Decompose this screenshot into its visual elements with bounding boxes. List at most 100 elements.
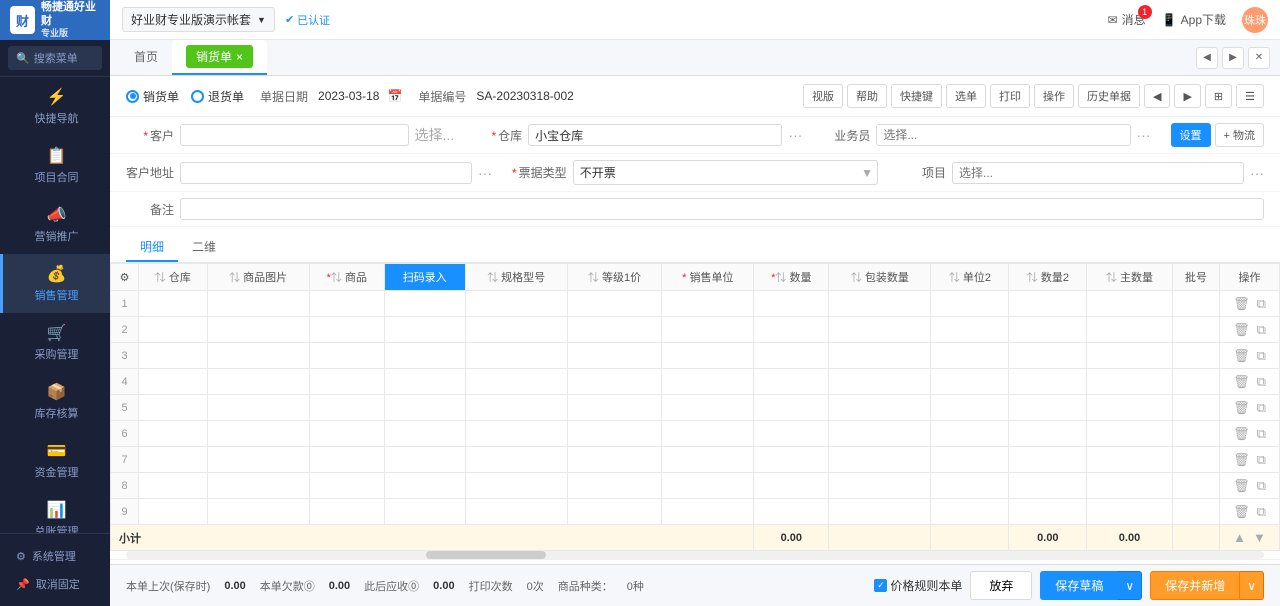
company-selector[interactable]: 好业财专业版演示帐套 ▼ [122, 7, 275, 32]
row-2-barcode[interactable] [384, 317, 465, 343]
sidebar-item-quick-nav[interactable]: ⚡ 快捷导航 [0, 77, 110, 136]
row-4-qty[interactable] [754, 369, 829, 395]
row-4-main-qty[interactable] [1087, 369, 1172, 395]
row-5-product[interactable] [309, 395, 384, 421]
tab-close-all-button[interactable]: ✕ [1248, 47, 1270, 69]
row-6-warehouse[interactable] [139, 421, 208, 447]
row-1-sales-unit[interactable] [662, 291, 754, 317]
row-9-delete-btn[interactable]: 🗑 [1231, 504, 1252, 520]
row-8-sales-unit[interactable] [662, 473, 754, 499]
row-8-copy-btn[interactable]: ⧉ [1255, 478, 1268, 494]
row-8-barcode[interactable] [384, 473, 465, 499]
sidebar-cancel-pin[interactable]: 📌 取消固定 [8, 570, 102, 598]
row-6-delete-btn[interactable]: 🗑 [1231, 426, 1252, 442]
row-6-unit2[interactable] [931, 421, 1009, 447]
sidebar-settings[interactable]: ⚙ 系统管理 [8, 542, 102, 570]
row-4-batch[interactable] [1172, 369, 1219, 395]
row-1-price1[interactable] [567, 291, 662, 317]
row-9-product-img[interactable] [207, 499, 309, 525]
app-download-button[interactable]: 📱 App下载 [1162, 11, 1226, 28]
address-input[interactable] [180, 162, 472, 184]
project-input[interactable] [952, 162, 1244, 184]
row-4-unit2[interactable] [931, 369, 1009, 395]
tab-next-button[interactable]: ▶ [1222, 47, 1244, 69]
row-2-spec[interactable] [465, 317, 567, 343]
layout-btn1[interactable]: ⊞ [1205, 84, 1232, 108]
row-4-copy-btn[interactable]: ⧉ [1255, 374, 1268, 390]
row-2-delete-btn[interactable]: 🗑 [1231, 322, 1252, 338]
view-btn[interactable]: 视版 [803, 84, 843, 108]
row-5-qty[interactable] [754, 395, 829, 421]
row-8-delete-btn[interactable]: 🗑 [1231, 478, 1252, 494]
radio-sales[interactable]: 销货单 [126, 88, 179, 105]
user-avatar[interactable]: 珠珠 [1242, 7, 1268, 33]
row-5-pack-qty[interactable] [829, 395, 931, 421]
row-3-copy-btn[interactable]: ⧉ [1255, 348, 1268, 364]
warehouse-dots[interactable]: ··· [788, 127, 802, 143]
row-1-warehouse[interactable] [139, 291, 208, 317]
row-4-spec[interactable] [465, 369, 567, 395]
salesperson-dots[interactable]: ··· [1137, 127, 1151, 143]
operate-btn[interactable]: 操作 [1034, 84, 1074, 108]
row-7-product-img[interactable] [207, 447, 309, 473]
row-7-main-qty[interactable] [1087, 447, 1172, 473]
row-4-delete-btn[interactable]: 🗑 [1231, 374, 1252, 390]
row-1-barcode[interactable] [384, 291, 465, 317]
row-4-product[interactable] [309, 369, 384, 395]
row-9-sales-unit[interactable] [662, 499, 754, 525]
summary-down-btn[interactable]: ▼ [1251, 530, 1268, 545]
row-6-sales-unit[interactable] [662, 421, 754, 447]
row-9-barcode[interactable] [384, 499, 465, 525]
row-2-product[interactable] [309, 317, 384, 343]
row-1-qty[interactable] [754, 291, 829, 317]
project-dots[interactable]: ··· [1250, 165, 1264, 181]
row-1-product[interactable] [309, 291, 384, 317]
sidebar-item-fund[interactable]: 💳 资金管理 [0, 431, 110, 490]
sidebar-item-marketing[interactable]: 📣 营销推广 [0, 195, 110, 254]
row-7-batch[interactable] [1172, 447, 1219, 473]
row-2-sales-unit[interactable] [662, 317, 754, 343]
row-4-barcode[interactable] [384, 369, 465, 395]
row-8-pack-qty[interactable] [829, 473, 931, 499]
row-7-price1[interactable] [567, 447, 662, 473]
row-9-batch[interactable] [1172, 499, 1219, 525]
setup-btn[interactable]: 设置 [1171, 123, 1211, 147]
sort-icon3[interactable]: ⇅ [331, 272, 342, 284]
row-2-product-img[interactable] [207, 317, 309, 343]
row-3-main-qty[interactable] [1087, 343, 1172, 369]
row-9-pack-qty[interactable] [829, 499, 931, 525]
row-9-copy-btn[interactable]: ⧉ [1255, 504, 1268, 520]
row-5-copy-btn[interactable]: ⧉ [1255, 400, 1268, 416]
messages-button[interactable]: ✉ 消息 1 [1108, 11, 1146, 28]
row-3-price1[interactable] [567, 343, 662, 369]
row-1-batch[interactable] [1172, 291, 1219, 317]
row-8-main-qty[interactable] [1087, 473, 1172, 499]
row-8-product[interactable] [309, 473, 384, 499]
row-9-qty2[interactable] [1009, 499, 1087, 525]
calendar-icon[interactable]: 📅 [387, 89, 402, 103]
tab-sales-order[interactable]: 销货单 × [172, 40, 267, 75]
nav-next-btn[interactable]: ▶ [1174, 84, 1200, 108]
sort-icon[interactable]: ⇅ [155, 272, 166, 284]
row-7-copy-btn[interactable]: ⧉ [1255, 452, 1268, 468]
row-6-product[interactable] [309, 421, 384, 447]
sort-icon10[interactable]: ⇅ [1106, 272, 1117, 284]
tab-home[interactable]: 首页 [120, 40, 172, 75]
row-7-unit2[interactable] [931, 447, 1009, 473]
row-5-unit2[interactable] [931, 395, 1009, 421]
row-6-batch[interactable] [1172, 421, 1219, 447]
row-7-sales-unit[interactable] [662, 447, 754, 473]
row-8-product-img[interactable] [207, 473, 309, 499]
sidebar-item-inventory[interactable]: 📦 库存核算 [0, 372, 110, 431]
row-3-unit2[interactable] [931, 343, 1009, 369]
price-check-item[interactable]: ✓ 价格规则本单 [874, 577, 962, 594]
sort-icon8[interactable]: ⇅ [949, 272, 960, 284]
th-settings[interactable]: ⚙ [111, 264, 139, 291]
row-9-main-qty[interactable] [1087, 499, 1172, 525]
save-new-arrow-button[interactable]: ∨ [1240, 571, 1264, 600]
addrow-btn[interactable]: + 物流 [1215, 123, 1264, 147]
help-btn[interactable]: 帮助 [847, 84, 887, 108]
row-8-batch[interactable] [1172, 473, 1219, 499]
customer-input[interactable] [180, 124, 409, 146]
scrollbar-thumb[interactable] [426, 551, 546, 559]
